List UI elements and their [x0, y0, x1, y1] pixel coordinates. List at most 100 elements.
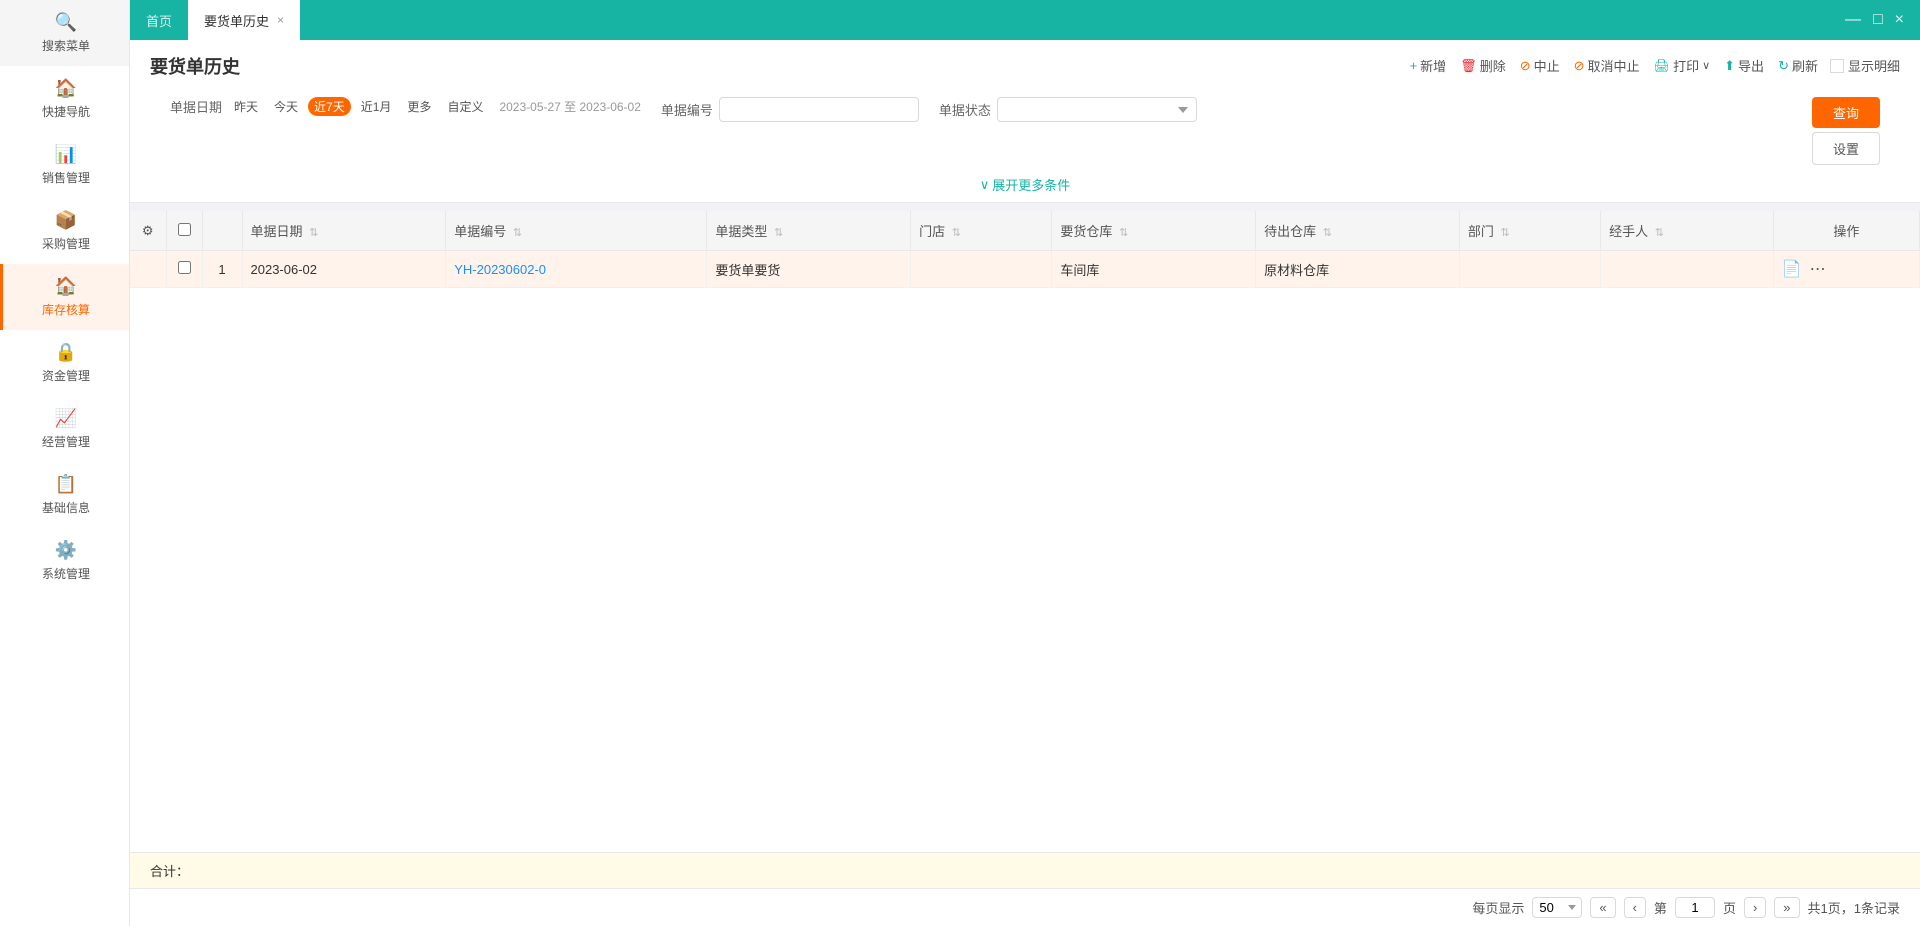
export-button[interactable]: ⬆ 导出	[1722, 52, 1766, 79]
td-pending-warehouse: 原材料仓库	[1256, 251, 1460, 288]
sidebar-item-purchase[interactable]: 📦 采购管理	[0, 198, 129, 264]
th-req-warehouse[interactable]: 要货仓库 ⇅	[1052, 211, 1256, 251]
sort-doc-no-icon: ⇅	[513, 227, 522, 239]
sidebar: 🔍 搜索菜单 🏠 快捷导航 📊 销售管理 📦 采购管理 🏠 库存核算 🔒 资金管…	[0, 0, 130, 926]
display-detail-toggle[interactable]: 显示明细	[1830, 56, 1900, 75]
doc-status-filter-group: 单据状态	[939, 97, 1197, 122]
tab-requisition-history[interactable]: 要货单历史 ×	[188, 0, 300, 40]
total-label: 共1页，1条记录	[1808, 898, 1900, 917]
sidebar-item-sales[interactable]: 📊 销售管理	[0, 132, 129, 198]
sort-dept-icon: ⇅	[1501, 227, 1510, 239]
row-checkbox[interactable]	[178, 261, 191, 274]
date-chip-yesterday[interactable]: 昨天	[228, 97, 264, 116]
search-menu-icon: 🔍	[55, 12, 77, 33]
th-num	[202, 211, 242, 251]
maximize-icon[interactable]: □	[1873, 11, 1883, 29]
export-icon: ⬆	[1724, 58, 1735, 74]
sidebar-item-quick-nav[interactable]: 🏠 快捷导航	[0, 66, 129, 132]
home-icon: 🏠	[55, 78, 77, 99]
td-doc-date: 2023-06-02	[242, 251, 446, 288]
operation-icon: 📈	[55, 408, 77, 429]
refresh-button[interactable]: ↻ 刷新	[1776, 52, 1820, 79]
print-button[interactable]: 🖨 打印 ∨	[1652, 52, 1713, 79]
delete-icon: 🗑	[1460, 58, 1477, 74]
td-doc-type: 要货单要货	[707, 251, 911, 288]
query-button[interactable]: 查询	[1812, 97, 1880, 128]
purchase-icon: 📦	[55, 210, 77, 231]
inventory-icon: 🏠	[55, 276, 77, 297]
sidebar-item-basic-info[interactable]: 📋 基础信息	[0, 462, 129, 528]
doc-status-select[interactable]	[997, 97, 1197, 122]
expand-more-button[interactable]: ∨ 展开更多条件	[980, 175, 1071, 194]
page-suffix-label: 页	[1723, 898, 1736, 917]
date-chips: 昨天 今天 近7天 近1月 更多 自定义	[228, 97, 489, 116]
display-detail-checkbox[interactable]	[1830, 59, 1844, 73]
tab-close-icon[interactable]: ×	[277, 13, 284, 27]
new-icon: +	[1410, 58, 1418, 73]
doc-no-link[interactable]: YH-20230602-0	[454, 262, 546, 277]
delete-button[interactable]: 🗑 删除	[1458, 52, 1508, 79]
table-body: 1 2023-06-02 YH-20230602-0 要货单要货	[130, 251, 1920, 288]
td-checkbox[interactable]	[166, 251, 202, 288]
th-handler[interactable]: 经手人 ⇅	[1601, 211, 1774, 251]
last-page-button[interactable]: »	[1774, 897, 1799, 918]
sort-req-warehouse-icon: ⇅	[1119, 227, 1128, 239]
th-doc-type[interactable]: 单据类型 ⇅	[707, 211, 911, 251]
th-pending-warehouse[interactable]: 待出仓库 ⇅	[1256, 211, 1460, 251]
sidebar-item-operation[interactable]: 📈 经营管理	[0, 396, 129, 462]
th-dept[interactable]: 部门 ⇅	[1459, 211, 1600, 251]
cancel-stop-icon: ⊘	[1574, 58, 1585, 74]
operation-icons: 📄 ⋯	[1782, 259, 1911, 279]
sort-handler-icon: ⇅	[1655, 227, 1664, 239]
th-settings[interactable]: ⚙	[130, 211, 166, 251]
select-all-checkbox[interactable]	[178, 223, 191, 236]
sort-doc-type-icon: ⇅	[774, 227, 783, 239]
sidebar-item-search-menu[interactable]: 🔍 搜索菜单	[0, 0, 129, 66]
sales-icon: 📊	[55, 144, 77, 165]
th-checkbox[interactable]	[166, 211, 202, 251]
next-page-button[interactable]: ›	[1744, 897, 1766, 918]
edit-icon[interactable]: 📄	[1782, 259, 1802, 279]
td-req-warehouse: 车间库	[1052, 251, 1256, 288]
stop-icon: ⊘	[1520, 58, 1531, 74]
date-chip-last7[interactable]: 近7天	[308, 97, 351, 116]
th-doc-date[interactable]: 单据日期 ⇅	[242, 211, 446, 251]
tab-home[interactable]: 首页	[130, 0, 188, 40]
sidebar-item-system[interactable]: ⚙️ 系统管理	[0, 528, 129, 594]
sort-doc-date-icon: ⇅	[309, 227, 318, 239]
setting-button[interactable]: 设置	[1812, 132, 1880, 165]
page-input[interactable]	[1675, 897, 1715, 918]
cancel-stop-button[interactable]: ⊘ 取消中止	[1572, 52, 1642, 79]
sort-pending-warehouse-icon: ⇅	[1323, 227, 1332, 239]
th-operation: 操作	[1773, 211, 1919, 251]
stop-button[interactable]: ⊘ 中止	[1518, 52, 1562, 79]
chevron-down-icon: ∨	[980, 177, 990, 193]
minimize-icon[interactable]: —	[1845, 11, 1861, 29]
print-icon: 🖨	[1654, 58, 1671, 74]
toolbar: + 新增 🗑 删除 ⊘ 中止 ⊘ 取消中止	[1408, 52, 1900, 79]
refresh-icon: ↻	[1778, 58, 1789, 74]
filter-actions: 查询 设置	[1812, 97, 1880, 165]
date-chip-custom[interactable]: 自定义	[441, 97, 489, 116]
date-chip-today[interactable]: 今天	[268, 97, 304, 116]
expand-more-row: ∨ 展开更多条件	[150, 175, 1900, 202]
date-filter-label: 单据日期	[170, 97, 222, 116]
doc-no-input[interactable]	[719, 97, 919, 122]
prev-page-button[interactable]: ‹	[1624, 897, 1646, 918]
date-chip-more[interactable]: 更多	[401, 97, 437, 116]
sidebar-item-inventory[interactable]: 🏠 库存核算	[0, 264, 129, 330]
more-icon[interactable]: ⋯	[1810, 259, 1826, 279]
new-button[interactable]: + 新增	[1408, 52, 1449, 79]
page-header: 要货单历史 + 新增 🗑 删除 ⊘ 中止 ⊘	[130, 40, 1920, 203]
first-page-button[interactable]: «	[1590, 897, 1615, 918]
finance-icon: 🔒	[55, 342, 77, 363]
pagination: 每页显示 50 10 20 100 « ‹ 第 页 › » 共1页，1条记录	[130, 888, 1920, 926]
date-chip-last1month[interactable]: 近1月	[355, 97, 398, 116]
td-operation: 📄 ⋯	[1773, 251, 1919, 288]
th-doc-no[interactable]: 单据编号 ⇅	[446, 211, 707, 251]
per-page-select[interactable]: 50 10 20 100	[1532, 897, 1582, 918]
sidebar-item-finance[interactable]: 🔒 资金管理	[0, 330, 129, 396]
th-store[interactable]: 门店 ⇅	[911, 211, 1052, 251]
close-window-icon[interactable]: ×	[1895, 11, 1904, 29]
date-range-display: 2023-05-27 至 2023-06-02	[499, 98, 640, 115]
